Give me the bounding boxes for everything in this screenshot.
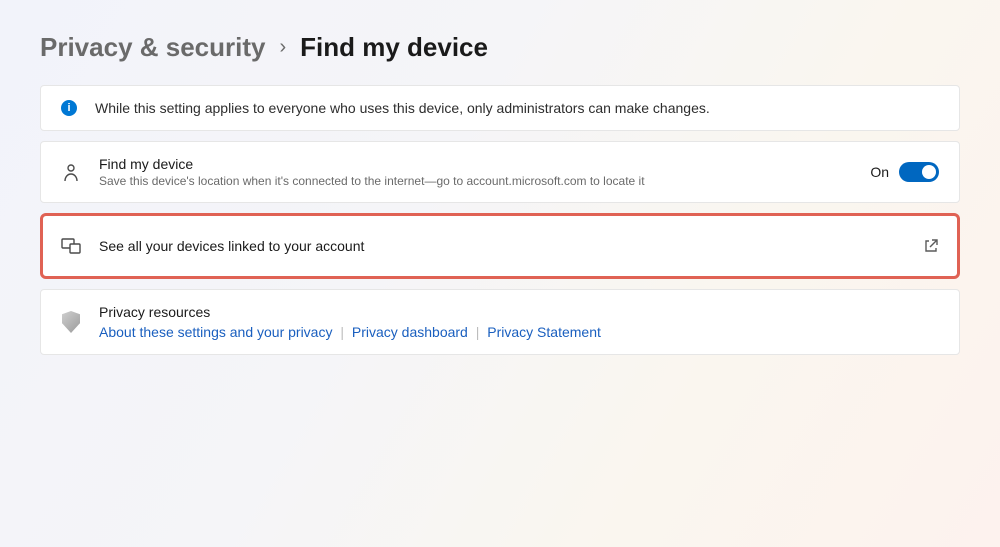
see-all-devices-label: See all your devices linked to your acco…: [99, 238, 905, 254]
about-settings-link[interactable]: About these settings and your privacy: [99, 324, 332, 340]
see-all-devices-link[interactable]: See all your devices linked to your acco…: [40, 213, 960, 279]
devices-icon: [61, 238, 81, 254]
find-my-device-subtitle: Save this device's location when it's co…: [99, 174, 852, 188]
find-my-device-title: Find my device: [99, 156, 852, 172]
privacy-links: About these settings and your privacy | …: [99, 324, 939, 340]
chevron-right-icon: ›: [279, 36, 286, 59]
info-icon: i: [61, 100, 77, 116]
find-my-device-toggle[interactable]: [899, 162, 939, 182]
info-text: While this setting applies to everyone w…: [95, 100, 710, 116]
privacy-resources-card: Privacy resources About these settings a…: [40, 289, 960, 355]
external-link-icon: [923, 238, 939, 254]
toggle-label: On: [870, 164, 889, 180]
privacy-statement-link[interactable]: Privacy Statement: [487, 324, 601, 340]
breadcrumb-current: Find my device: [300, 32, 488, 63]
privacy-dashboard-link[interactable]: Privacy dashboard: [352, 324, 468, 340]
breadcrumb-parent[interactable]: Privacy & security: [40, 32, 265, 63]
find-my-device-card: Find my device Save this device's locati…: [40, 141, 960, 203]
breadcrumb: Privacy & security › Find my device: [40, 32, 960, 63]
shield-icon: [61, 311, 81, 333]
location-icon: [61, 162, 81, 182]
info-banner: i While this setting applies to everyone…: [40, 85, 960, 131]
privacy-resources-title: Privacy resources: [99, 304, 939, 320]
